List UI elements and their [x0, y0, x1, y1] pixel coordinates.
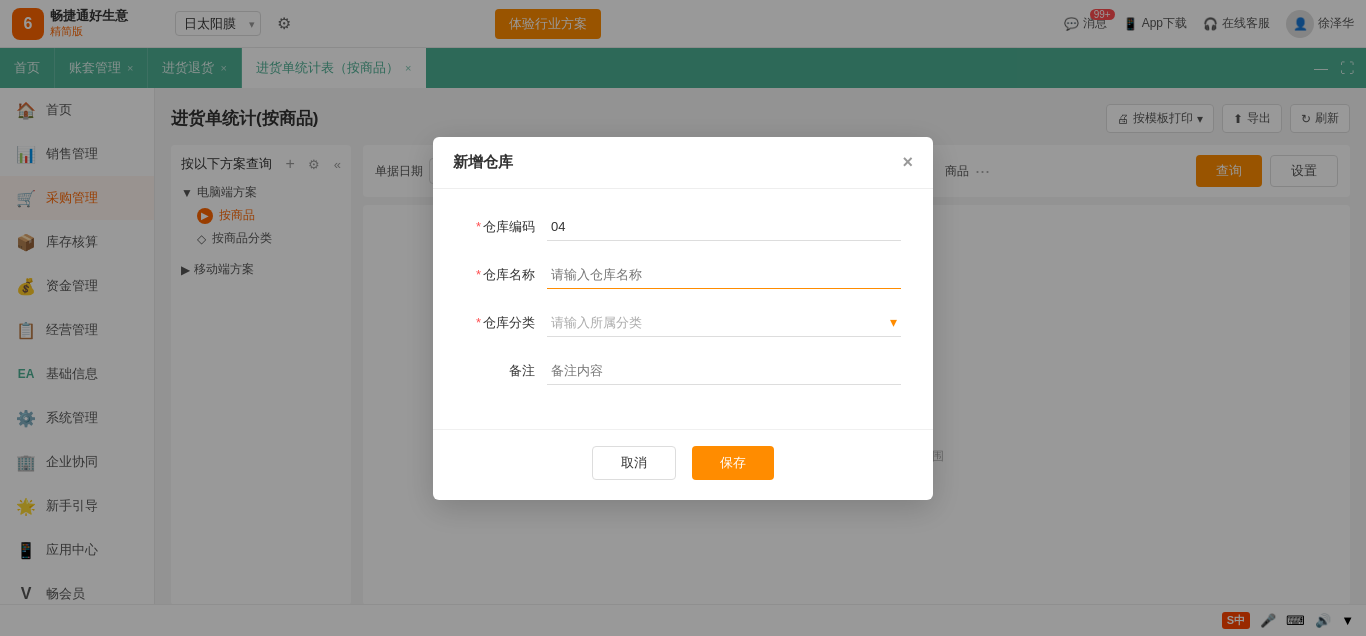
name-label: 仓库名称 [465, 266, 535, 284]
dialog-title: 新增仓库 [453, 153, 513, 172]
form-row-name: 仓库名称 [465, 261, 901, 289]
category-label: 仓库分类 [465, 314, 535, 332]
dialog-footer: 取消 保存 [433, 429, 933, 500]
form-row-code: 仓库编码 [465, 213, 901, 241]
form-row-note: 备注 [465, 357, 901, 385]
new-warehouse-dialog: 新增仓库 × 仓库编码 仓库名称 仓库分类 请输入所属分类 ▾ [433, 137, 933, 500]
dialog-close-button[interactable]: × [902, 153, 913, 171]
code-label: 仓库编码 [465, 218, 535, 236]
note-label: 备注 [465, 362, 535, 380]
dialog-body: 仓库编码 仓库名称 仓库分类 请输入所属分类 ▾ 备注 [433, 189, 933, 429]
dialog-header: 新增仓库 × [433, 137, 933, 189]
name-input[interactable] [547, 261, 901, 289]
note-input[interactable] [547, 357, 901, 385]
category-select-wrap: 请输入所属分类 ▾ [547, 309, 901, 337]
category-select[interactable]: 请输入所属分类 [547, 309, 901, 336]
form-row-category: 仓库分类 请输入所属分类 ▾ [465, 309, 901, 337]
save-button[interactable]: 保存 [692, 446, 774, 480]
cancel-button[interactable]: 取消 [592, 446, 676, 480]
overlay: 新增仓库 × 仓库编码 仓库名称 仓库分类 请输入所属分类 ▾ [0, 0, 1366, 636]
code-input[interactable] [547, 213, 901, 241]
